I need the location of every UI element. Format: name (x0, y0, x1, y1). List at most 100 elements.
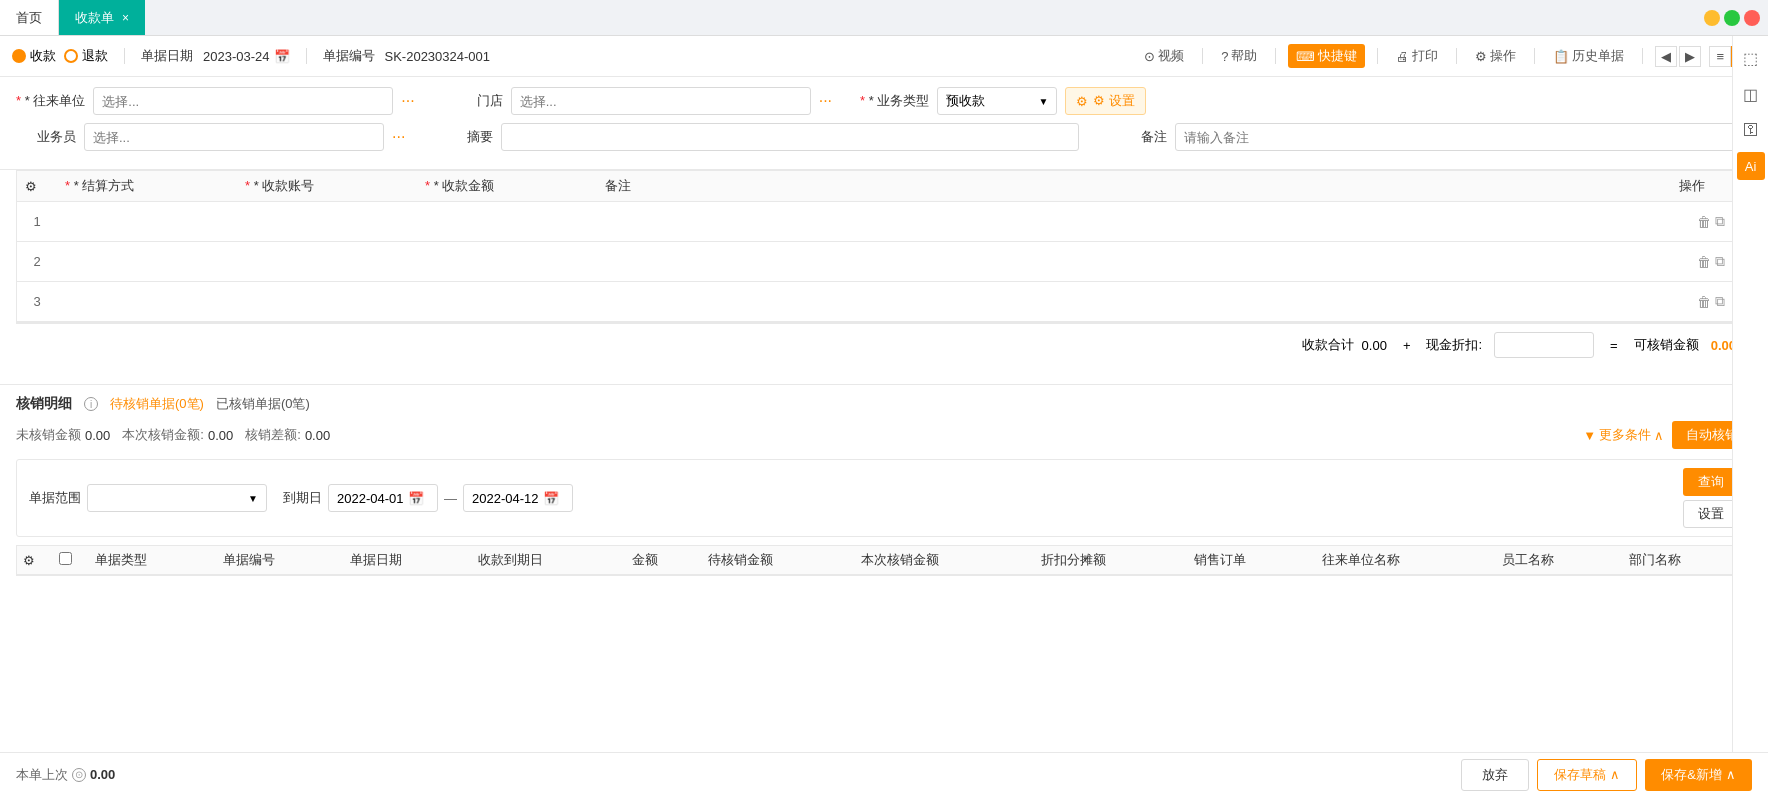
sidebar-icon-ai[interactable]: Ai (1737, 152, 1765, 180)
row-3-payment[interactable] (57, 282, 237, 322)
set-button[interactable]: 设置 (1683, 500, 1739, 528)
tab-close-icon[interactable]: × (122, 11, 129, 25)
date-separator: — (444, 491, 457, 506)
print-button[interactable]: 🖨 打印 (1390, 45, 1444, 67)
summary-row: 收款合计 0.00 + 现金折扣: = 可核销金额 0.00 (16, 323, 1752, 366)
nav-arrows: ◀ ▶ (1655, 46, 1701, 67)
row-2-remark[interactable] (597, 242, 1671, 282)
sidebar-icon-2[interactable]: ◫ (1737, 80, 1765, 108)
current-tab[interactable]: 收款单 × (59, 0, 145, 35)
select-all-checkbox[interactable] (59, 552, 72, 565)
row-3-remark[interactable] (597, 282, 1671, 322)
table-wrapper: ⚙ * 结算方式 * 收款账号 * 收款金额 备注 (16, 170, 1752, 323)
business-type-value: 预收款 (946, 92, 985, 110)
action-button[interactable]: ⚙ 操作 (1469, 45, 1522, 67)
pending-tab[interactable]: 待核销单据(0笔) (110, 395, 204, 413)
sep (1642, 48, 1643, 64)
bt-doc-date-header: 单据日期 (344, 546, 472, 575)
sep (1377, 48, 1378, 64)
calendar-icon[interactable]: 📅 (274, 49, 290, 64)
right-sidebar: ⬚ ◫ ⚿ Ai (1732, 36, 1768, 752)
nav-prev-button[interactable]: ◀ (1655, 46, 1677, 67)
more-conditions-button[interactable]: ▼ 更多条件 ∧ (1583, 426, 1664, 444)
bt-settings-header[interactable]: ⚙ (17, 546, 53, 575)
settings-button[interactable]: ⚙ ⚙ 设置 (1065, 87, 1146, 115)
form-row-1: * 往来单位 ··· 门店 ··· * 业务类型 预收款 ▼ ⚙ ⚙ 设置 (16, 87, 1752, 115)
save-draft-button[interactable]: 保存草稿 ∧ (1537, 759, 1637, 791)
row-1-copy-icon[interactable]: ⧉ (1715, 213, 1725, 230)
remark-label: 备注 (1107, 128, 1167, 146)
help-button[interactable]: ? 帮助 (1215, 45, 1263, 67)
row-1-amount[interactable] (417, 202, 597, 242)
col-settings-header[interactable]: ⚙ (17, 171, 57, 202)
bt-amount-header: 金额 (626, 546, 702, 575)
number-value: SK-20230324-001 (385, 49, 491, 64)
receipt-radio[interactable]: 收款 (12, 47, 56, 65)
sidebar-icon-1[interactable]: ⬚ (1737, 44, 1765, 72)
employee-label: 业务员 (16, 128, 76, 146)
bt-pending-header: 待核销金额 (702, 546, 856, 575)
save-new-button[interactable]: 保存&新增 ∧ (1645, 759, 1752, 791)
calendar-from-icon: 📅 (408, 491, 424, 506)
discard-button[interactable]: 放弃 (1461, 759, 1529, 791)
row-3-num: 3 (17, 282, 57, 322)
counterpart-input[interactable] (93, 87, 393, 115)
search-actions: 查询 设置 (1683, 468, 1739, 528)
remark-input[interactable] (1175, 123, 1752, 151)
date-to-input[interactable]: 2022-04-12 📅 (463, 484, 573, 512)
history-button[interactable]: 📋 历史单据 (1547, 45, 1630, 67)
summary-label: 摘要 (433, 128, 493, 146)
row-2-account[interactable] (237, 242, 417, 282)
row-1-remark[interactable] (597, 202, 1671, 242)
counterpart-ellipsis[interactable]: ··· (401, 92, 414, 110)
row-1-delete-icon[interactable]: 🗑 (1697, 214, 1711, 230)
date-from-input[interactable]: 2022-04-01 📅 (328, 484, 438, 512)
chevron-down-icon: ▼ (1038, 96, 1048, 107)
row-1-account[interactable] (237, 202, 417, 242)
bt-counterpart-header: 往来单位名称 (1316, 546, 1496, 575)
query-button[interactable]: 查询 (1683, 468, 1739, 496)
home-tab[interactable]: 首页 (0, 0, 59, 35)
store-ellipsis[interactable]: ··· (819, 92, 832, 110)
row-1-payment[interactable] (57, 202, 237, 242)
col-amount-header: * 收款金额 (417, 171, 597, 202)
summary-input[interactable] (501, 123, 1078, 151)
recon-info-icon[interactable]: i (84, 397, 98, 411)
shortcut-button[interactable]: ⌨ 快捷键 (1288, 44, 1365, 68)
recon-stats: 未核销金额 0.00 本次核销金额: 0.00 核销差额: 0.00 ▼ 更多条… (16, 421, 1752, 449)
list-layout-button[interactable]: ≡ (1709, 46, 1731, 67)
minimize-button[interactable] (1704, 10, 1720, 26)
row-2-copy-icon[interactable]: ⧉ (1715, 253, 1725, 270)
sep (1456, 48, 1457, 64)
row-3-account[interactable] (237, 282, 417, 322)
close-button[interactable] (1744, 10, 1760, 26)
plus-sign: + (1403, 338, 1411, 353)
row-3-amount[interactable] (417, 282, 597, 322)
main-content: 收款 退款 单据日期 2023-03-24 📅 单据编号 SK-20230324… (0, 36, 1768, 796)
nav-next-button[interactable]: ▶ (1679, 46, 1701, 67)
footer-info: 本单上次 ⊙ 0.00 (16, 766, 115, 784)
help-icon: ? (1221, 49, 1228, 64)
employee-ellipsis[interactable]: ··· (392, 128, 405, 146)
row-3-delete-icon[interactable]: 🗑 (1697, 294, 1711, 310)
filter-icon: ▼ (1583, 428, 1596, 443)
bt-discount-header: 折扣分摊额 (1035, 546, 1189, 575)
store-input[interactable] (511, 87, 811, 115)
business-type-select[interactable]: 预收款 ▼ (937, 87, 1057, 115)
footer-info-icon[interactable]: ⊙ (72, 768, 86, 782)
discount-input[interactable] (1494, 332, 1594, 358)
employee-input[interactable] (84, 123, 384, 151)
row-2-amount[interactable] (417, 242, 597, 282)
form-section: * 往来单位 ··· 门店 ··· * 业务类型 预收款 ▼ ⚙ ⚙ 设置 业务… (0, 77, 1768, 170)
row-2-payment[interactable] (57, 242, 237, 282)
row-2-delete-icon[interactable]: 🗑 (1697, 254, 1711, 270)
row-3-copy-icon[interactable]: ⧉ (1715, 293, 1725, 310)
bt-checkbox-header[interactable] (53, 546, 89, 575)
completed-tab[interactable]: 已核销单据(0笔) (216, 395, 310, 413)
range-select[interactable]: ▼ (87, 484, 267, 512)
refund-radio[interactable]: 退款 (64, 47, 108, 65)
video-button[interactable]: ⊙ 视频 (1138, 45, 1190, 67)
sidebar-icon-3[interactable]: ⚿ (1737, 116, 1765, 144)
maximize-button[interactable] (1724, 10, 1740, 26)
footer: 本单上次 ⊙ 0.00 放弃 保存草稿 ∧ 保存&新增 ∧ (0, 752, 1768, 796)
